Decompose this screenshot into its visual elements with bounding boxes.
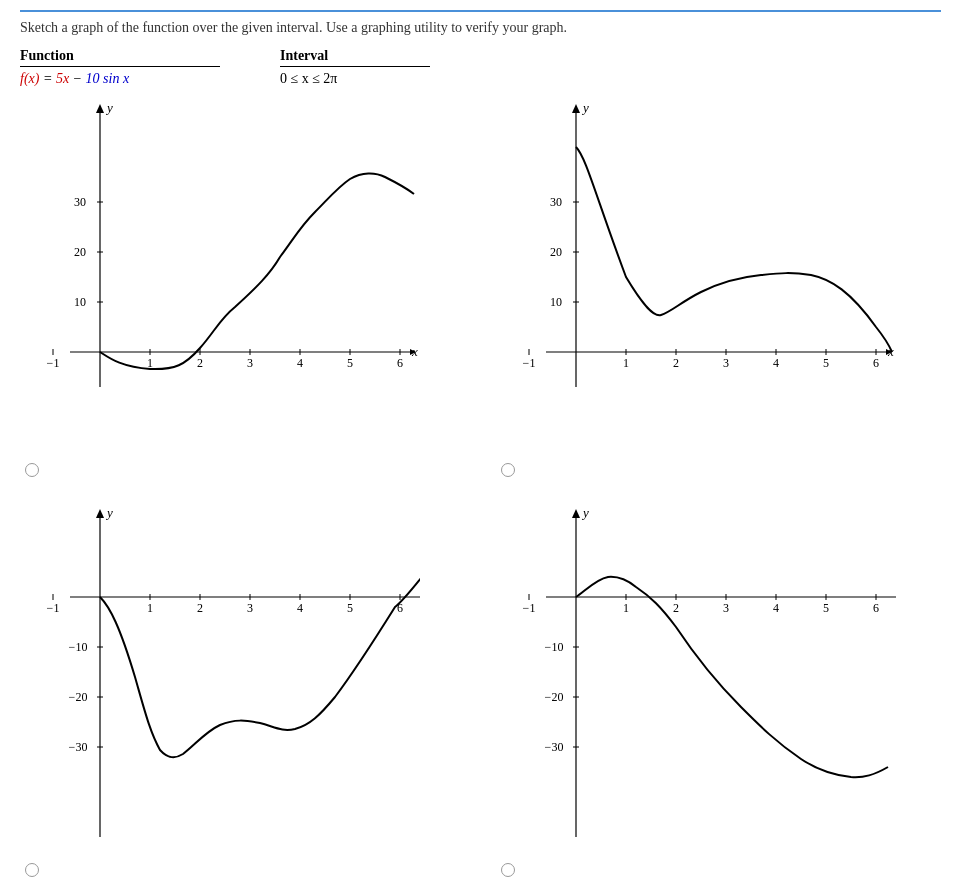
svg-text:6: 6 bbox=[873, 601, 879, 615]
svg-text:4: 4 bbox=[297, 601, 303, 615]
svg-text:y: y bbox=[105, 505, 113, 520]
svg-text:3: 3 bbox=[723, 601, 729, 615]
graph-top-left: y x 30 20 10 −1 1 2 bbox=[20, 97, 440, 477]
svg-text:2: 2 bbox=[197, 601, 203, 615]
svg-text:−10: −10 bbox=[69, 640, 88, 654]
svg-marker-3 bbox=[96, 104, 104, 113]
function-5x: 5x bbox=[56, 71, 69, 86]
svg-text:1: 1 bbox=[623, 601, 629, 615]
svg-text:30: 30 bbox=[74, 195, 86, 209]
svg-text:5: 5 bbox=[347, 601, 353, 615]
svg-marker-55 bbox=[96, 509, 104, 518]
graph-bottom-left: y x −10 −20 −30 −1 1 2 3 4 5 bbox=[20, 497, 440, 877]
svg-text:20: 20 bbox=[550, 245, 562, 259]
svg-text:−1: −1 bbox=[47, 356, 60, 370]
graph-svg-top-left: y x 30 20 10 −1 1 2 bbox=[20, 97, 420, 437]
svg-text:1: 1 bbox=[623, 356, 629, 370]
svg-text:y: y bbox=[581, 100, 589, 115]
svg-text:−30: −30 bbox=[69, 740, 88, 754]
radio-bottom-left[interactable] bbox=[25, 863, 39, 877]
svg-text:−20: −20 bbox=[544, 690, 563, 704]
instruction-text: Sketch a graph of the function over the … bbox=[20, 10, 941, 36]
svg-text:30: 30 bbox=[550, 195, 562, 209]
svg-marker-29 bbox=[572, 104, 580, 113]
svg-text:4: 4 bbox=[773, 356, 779, 370]
svg-text:20: 20 bbox=[74, 245, 86, 259]
graphs-grid: y x 30 20 10 −1 1 2 bbox=[20, 97, 941, 877]
interval-label: Interval bbox=[280, 48, 430, 67]
function-equals: = bbox=[43, 71, 56, 86]
svg-text:5: 5 bbox=[823, 601, 829, 615]
svg-text:10: 10 bbox=[550, 295, 562, 309]
graph-svg-top-right: y x 30 20 10 −1 1 2 3 4 5 6 bbox=[496, 97, 896, 437]
svg-text:2: 2 bbox=[673, 356, 679, 370]
svg-text:2: 2 bbox=[197, 356, 203, 370]
svg-text:3: 3 bbox=[723, 356, 729, 370]
svg-text:−1: −1 bbox=[47, 601, 60, 615]
svg-text:2: 2 bbox=[673, 601, 679, 615]
svg-text:3: 3 bbox=[247, 356, 253, 370]
svg-text:4: 4 bbox=[297, 356, 303, 370]
svg-text:−10: −10 bbox=[544, 640, 563, 654]
svg-text:6: 6 bbox=[873, 356, 879, 370]
function-value: f(x) = 5x − 10 sin x bbox=[20, 71, 220, 87]
svg-marker-81 bbox=[572, 509, 580, 518]
interval-value: 0 ≤ x ≤ 2π bbox=[280, 71, 430, 87]
radio-top-right[interactable] bbox=[501, 463, 515, 477]
radio-bottom-right[interactable] bbox=[501, 863, 515, 877]
graph-svg-bottom-left: y x −10 −20 −30 −1 1 2 3 4 5 bbox=[20, 497, 420, 877]
function-label: Function bbox=[20, 48, 220, 67]
function-column: Function f(x) = 5x − 10 sin x bbox=[20, 48, 220, 87]
function-table-header: Function f(x) = 5x − 10 sin x Interval 0… bbox=[20, 48, 941, 87]
function-10sinx: 10 sin x bbox=[86, 71, 130, 86]
svg-text:−1: −1 bbox=[522, 601, 535, 615]
svg-text:4: 4 bbox=[773, 601, 779, 615]
svg-text:5: 5 bbox=[347, 356, 353, 370]
svg-text:y: y bbox=[581, 505, 589, 520]
svg-text:−1: −1 bbox=[522, 356, 535, 370]
svg-text:y: y bbox=[105, 100, 113, 115]
svg-text:3: 3 bbox=[247, 601, 253, 615]
function-minus: − bbox=[73, 71, 86, 86]
graph-svg-bottom-right: y x −10 −20 −30 −1 1 2 3 4 5 6 bbox=[496, 497, 896, 877]
svg-text:5: 5 bbox=[823, 356, 829, 370]
svg-text:−20: −20 bbox=[69, 690, 88, 704]
svg-text:1: 1 bbox=[147, 601, 153, 615]
svg-text:x: x bbox=[411, 344, 418, 359]
function-fx: f(x) bbox=[20, 71, 39, 86]
radio-top-left[interactable] bbox=[25, 463, 39, 477]
interval-column: Interval 0 ≤ x ≤ 2π bbox=[280, 48, 430, 87]
graph-bottom-right: y x −10 −20 −30 −1 1 2 3 4 5 6 bbox=[496, 497, 916, 877]
graph-top-right: y x 30 20 10 −1 1 2 3 4 5 6 bbox=[496, 97, 916, 477]
svg-text:6: 6 bbox=[397, 356, 403, 370]
svg-text:−30: −30 bbox=[544, 740, 563, 754]
svg-text:10: 10 bbox=[74, 295, 86, 309]
